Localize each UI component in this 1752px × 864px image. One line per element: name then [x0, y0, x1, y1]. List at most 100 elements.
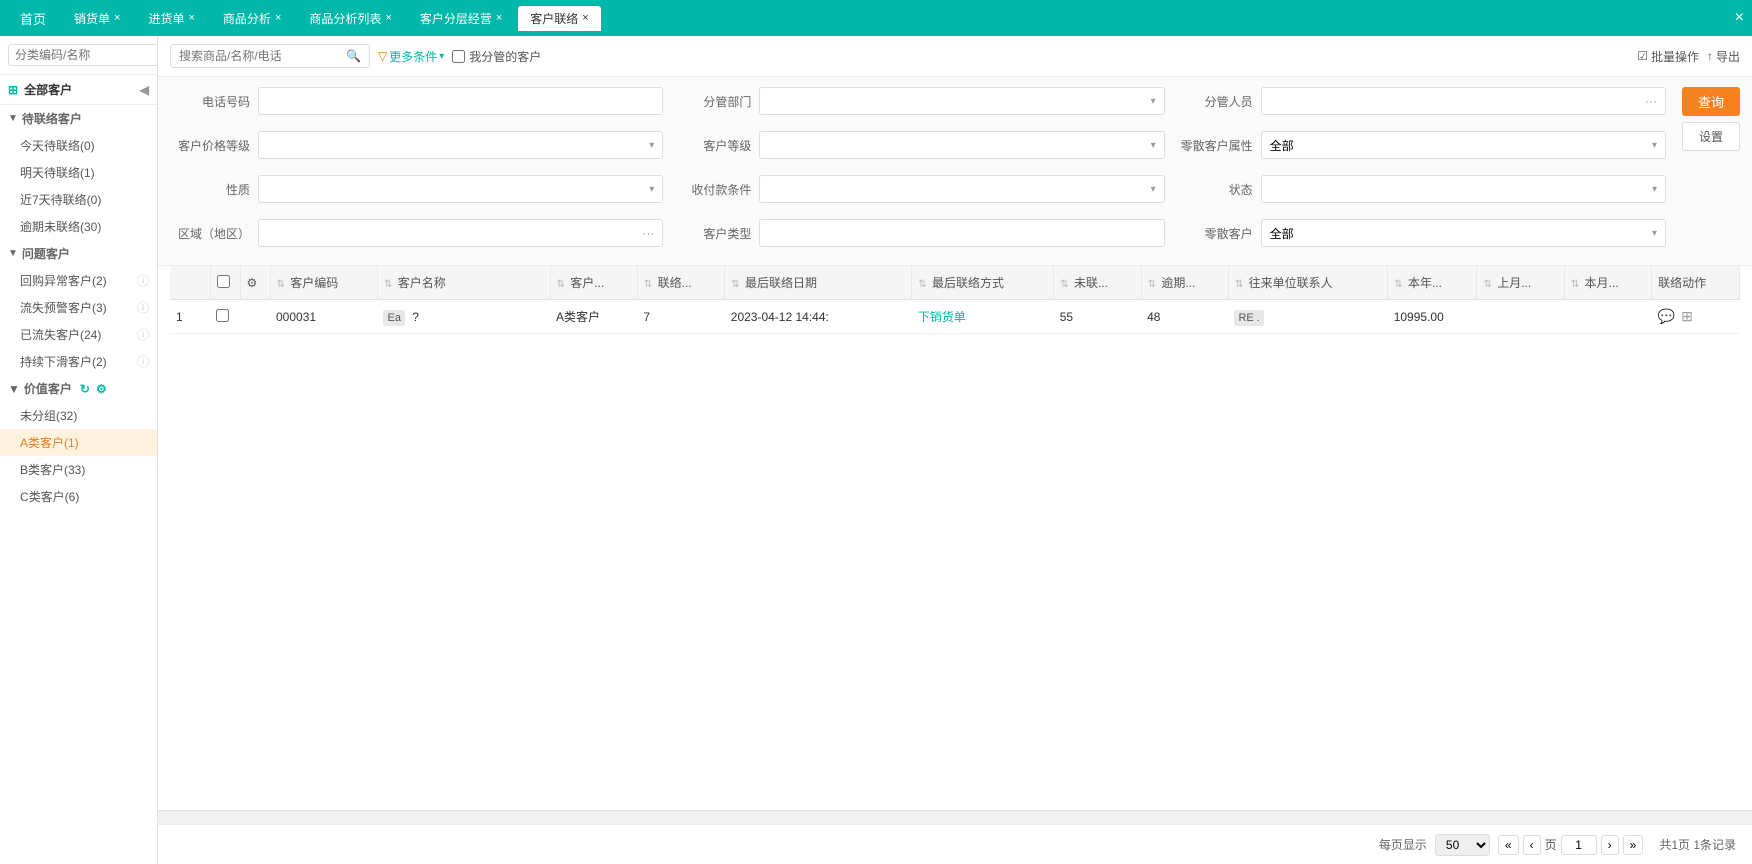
my-customers-checkbox[interactable]: 我分管的客户: [452, 48, 541, 65]
my-customers-check[interactable]: [452, 50, 465, 63]
sidebar-item-churn-warning[interactable]: 流失预警客户(3) ⓘ: [0, 294, 157, 321]
sidebar-item-today[interactable]: 今天待联络(0): [0, 132, 157, 159]
prev-page-btn[interactable]: ‹: [1523, 835, 1541, 855]
phone-input[interactable]: [258, 87, 663, 115]
export-btn[interactable]: ↑ 导出: [1707, 48, 1740, 65]
filter-row-4: 区域（地区） ··· 客户类型 零散客户: [170, 219, 1666, 247]
payment-input[interactable]: ▾: [759, 175, 1164, 203]
pending-group-arrow: ▼: [8, 113, 18, 124]
page-size-select[interactable]: 20 50 100: [1435, 834, 1490, 856]
sidebar-item-a-class[interactable]: A类客户(1): [0, 429, 157, 456]
cell-checkbox[interactable]: [210, 300, 240, 334]
main-layout: 🔍 ⊞ 全部客户 ◀ ▼ 待联络客户 今天待联络(0) 明天待联络(1) 近7天…: [0, 36, 1752, 864]
price-level-input[interactable]: ▾: [258, 131, 663, 159]
sidebar-item-c-class[interactable]: C类客户(6): [0, 483, 157, 510]
sort-icon-this-year: ⇅: [1394, 279, 1402, 290]
nature-input[interactable]: ▾: [258, 175, 663, 203]
cell-unit-contact: RE .: [1228, 300, 1387, 334]
info-icon-1: ⓘ: [137, 272, 149, 289]
sidebar-item-declining[interactable]: 持续下滑客户(2) ⓘ: [0, 348, 157, 375]
nav-tab-analysis-list[interactable]: 商品分析列表 ×: [297, 6, 403, 31]
horizontal-scrollbar[interactable]: [158, 810, 1752, 824]
pending-contact-group[interactable]: ▼ 待联络客户: [0, 105, 157, 132]
nav-home[interactable]: 首页: [8, 5, 58, 32]
next-page-btn[interactable]: ›: [1601, 835, 1619, 855]
cell-no: 1: [170, 300, 210, 334]
close-analysis-tab[interactable]: ×: [275, 12, 281, 24]
value-customers-group[interactable]: ▼ 价值客户 ↻ ⚙: [0, 375, 157, 402]
th-last-contact-method: ⇅ 最后联络方式: [912, 266, 1054, 300]
content-area: 🔍 ▽ 更多条件 ▾ 我分管的客户 ☑ 批量操作 ↑ 导出: [158, 36, 1752, 864]
status-input[interactable]: ▾: [1261, 175, 1666, 203]
close-customer-contact-tab[interactable]: ×: [582, 12, 588, 24]
query-button[interactable]: 查询: [1682, 87, 1740, 116]
region-dots: ···: [642, 226, 654, 240]
sidebar-item-unclassified[interactable]: 未分组(32): [0, 402, 157, 429]
info-icon-2: ⓘ: [137, 299, 149, 316]
nav-tab-customer-contact[interactable]: 客户联络 ×: [518, 6, 600, 31]
cell-last-contact-date: 2023-04-12 14:44:: [725, 300, 912, 334]
value-group-settings[interactable]: ⚙: [96, 382, 107, 396]
sidebar-item-7days[interactable]: 近7天待联络(0): [0, 186, 157, 213]
th-checkbox[interactable]: [210, 266, 240, 300]
sidebar-item-repurchase-abnormal[interactable]: 回购异常客户(2) ⓘ: [0, 267, 157, 294]
select-all-checkbox[interactable]: [217, 275, 230, 288]
nav-tab-sales[interactable]: 销货单 ×: [62, 6, 132, 31]
customer-level-arrow: ▾: [1151, 140, 1156, 151]
row-checkbox[interactable]: [216, 309, 229, 322]
close-window-btn[interactable]: ×: [1735, 9, 1744, 27]
customer-level-field: 客户等级 ▾: [671, 131, 1164, 159]
close-sales-tab[interactable]: ×: [114, 12, 120, 24]
nav-tab-customer-segment[interactable]: 客户分层经营 ×: [408, 6, 514, 31]
retail-attr-input[interactable]: 全部 ▾: [1261, 131, 1666, 159]
problem-customers-group[interactable]: ▼ 问题客户: [0, 240, 157, 267]
close-customer-segment-tab[interactable]: ×: [496, 12, 502, 24]
main-search-input[interactable]: [179, 49, 342, 63]
main-search-icon[interactable]: 🔍: [346, 49, 361, 63]
nav-tab-analysis[interactable]: 商品分析 ×: [211, 6, 293, 31]
filter-action-buttons: 查询 设置: [1682, 87, 1740, 151]
retail-customer-input[interactable]: 全部 ▾: [1261, 219, 1666, 247]
qr-icon[interactable]: ⊞: [1681, 308, 1693, 325]
batch-op-btn[interactable]: ☑ 批量操作: [1637, 48, 1699, 65]
customer-type-input[interactable]: [759, 219, 1164, 247]
contact-method-link[interactable]: 下销货单: [918, 310, 966, 324]
sidebar-item-tomorrow[interactable]: 明天待联络(1): [0, 159, 157, 186]
region-label: 区域（地区）: [170, 225, 250, 242]
sidebar-search-input[interactable]: [8, 44, 158, 66]
th-last-month: ⇅ 上月...: [1477, 266, 1564, 300]
first-page-btn[interactable]: «: [1498, 835, 1519, 855]
close-purchase-tab[interactable]: ×: [188, 12, 194, 24]
bottom-bar: 每页显示 20 50 100 « ‹ 页 › » 共1页 1条记录: [158, 824, 1752, 864]
th-gear[interactable]: ⚙: [240, 266, 270, 300]
sidebar-search-area: 🔍: [0, 36, 157, 75]
customer-level-input[interactable]: ▾: [759, 131, 1164, 159]
manager-input[interactable]: ···: [1261, 87, 1666, 115]
th-name: ⇅ 客户名称: [377, 266, 550, 300]
page-word: 页: [1545, 836, 1557, 853]
filter-row-3: 性质 ▾ 收付款条件 ▾: [170, 175, 1666, 203]
status-field: 状态 ▾: [1173, 175, 1666, 203]
search-input-wrapper: 🔍: [170, 44, 370, 68]
last-page-btn[interactable]: »: [1623, 835, 1644, 855]
sidebar-all-customers[interactable]: ⊞ 全部客户 ◀: [0, 75, 157, 105]
dept-dropdown-arrow: ▾: [1151, 96, 1156, 107]
chat-icon[interactable]: 💬: [1658, 308, 1675, 325]
close-analysis-list-tab[interactable]: ×: [385, 12, 391, 24]
th-action: 联络动作: [1652, 266, 1740, 300]
settings-button[interactable]: 设置: [1682, 122, 1740, 151]
sort-icon-unit-contact: ⇅: [1235, 279, 1243, 290]
sidebar-collapse-arrow[interactable]: ◀: [140, 83, 149, 97]
value-group-refresh[interactable]: ↻: [80, 382, 90, 396]
cell-name[interactable]: Ea ?: [377, 300, 550, 334]
sidebar-item-b-class[interactable]: B类客户(33): [0, 456, 157, 483]
more-conditions-btn[interactable]: ▽ 更多条件 ▾: [378, 48, 444, 65]
nav-tab-purchase[interactable]: 进货单 ×: [136, 6, 206, 31]
sidebar-item-overdue[interactable]: 逾期未联络(30): [0, 213, 157, 240]
dept-input[interactable]: ▾: [759, 87, 1164, 115]
page-number-input[interactable]: [1561, 835, 1597, 855]
sidebar-item-churned[interactable]: 已流失客户(24) ⓘ: [0, 321, 157, 348]
manager-field: 分管人员 ···: [1173, 87, 1666, 115]
region-input[interactable]: ···: [258, 219, 663, 247]
total-records: 共1页 1条记录: [1659, 836, 1736, 853]
